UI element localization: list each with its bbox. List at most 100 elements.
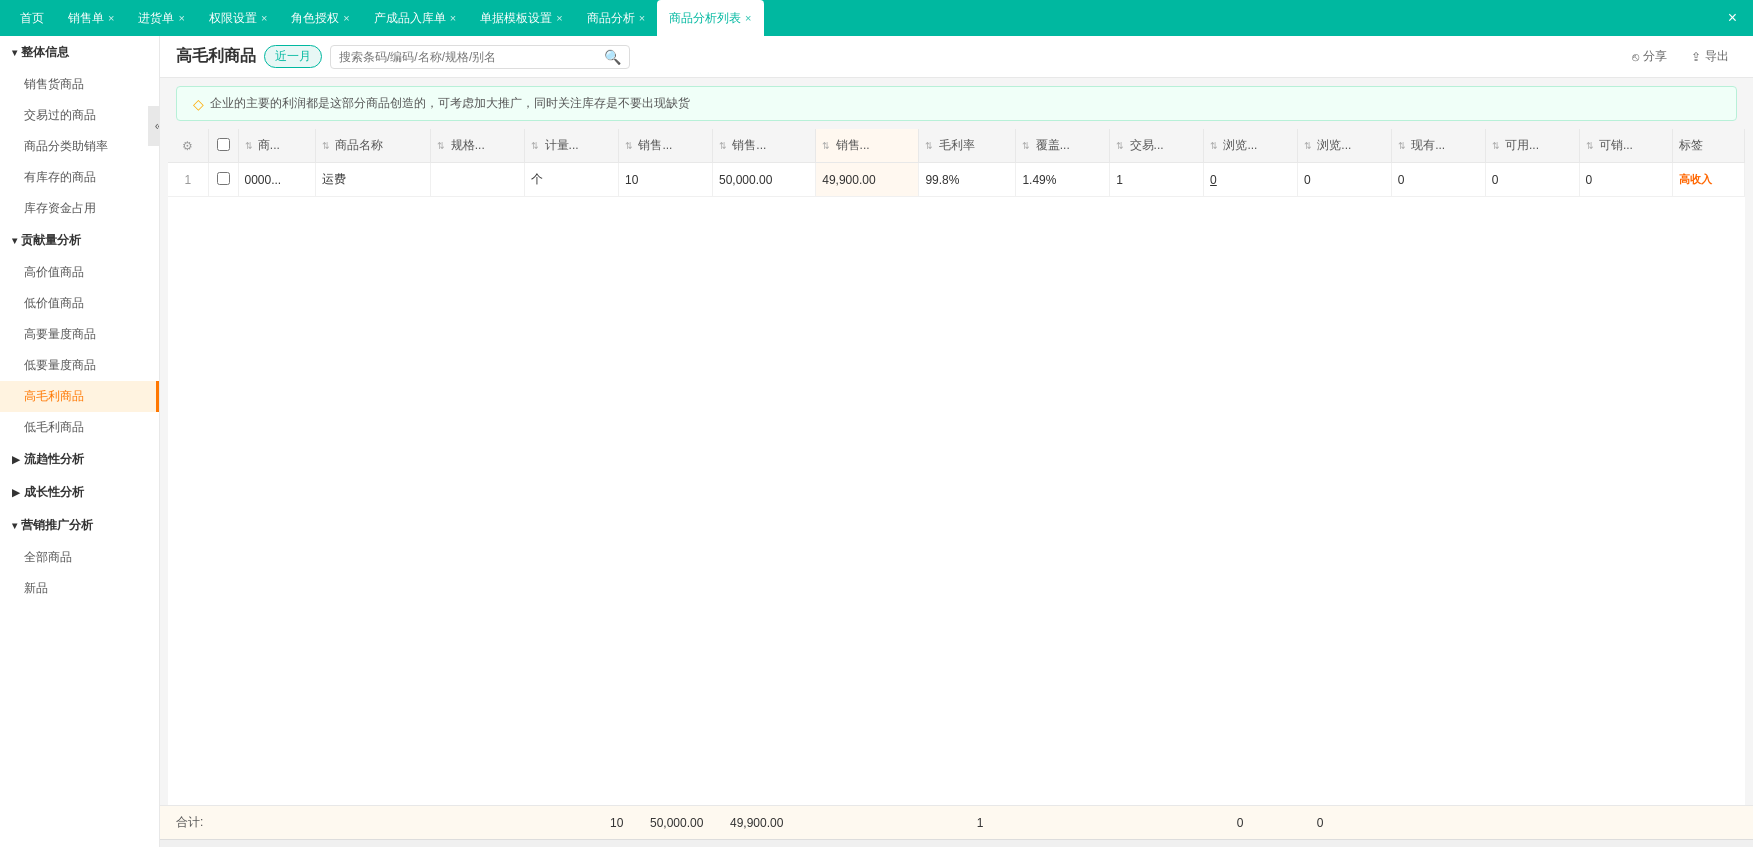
sidebar-item-category-assist[interactable]: 商品分类助销率 xyxy=(0,131,159,162)
nav-product-analysis[interactable]: 商品分析 × xyxy=(575,0,657,36)
sort-icon-browse2: ⇅ xyxy=(1304,141,1312,151)
export-button[interactable]: ⇪ 导出 xyxy=(1683,44,1737,69)
nav-role-auth[interactable]: 角色授权 × xyxy=(279,0,361,36)
sort-icon-sellable-stock: ⇅ xyxy=(1586,141,1594,151)
th-settings[interactable]: ⚙ xyxy=(168,129,208,163)
sidebar-item-low-value[interactable]: 低价值商品 xyxy=(0,288,159,319)
sort-icon-sales-cost: ⇅ xyxy=(822,141,830,151)
sidebar-item-inventory-capital[interactable]: 库存资金占用 xyxy=(0,193,159,224)
sort-icon-available-stock: ⇅ xyxy=(1492,141,1500,151)
nav-sales-order[interactable]: 销售单 × xyxy=(56,0,126,36)
caret-icon: ▾ xyxy=(12,47,17,58)
filter-recent-month-button[interactable]: 近一月 xyxy=(264,45,322,68)
cell-spec xyxy=(431,163,525,197)
nav-close-product-analysis-list[interactable]: × xyxy=(745,12,751,24)
th-browse1[interactable]: ⇅ 浏览... xyxy=(1204,129,1298,163)
info-banner: ◇ 企业的主要的利润都是这部分商品创造的，可考虑加大推广，同时关注库存是不要出现… xyxy=(176,86,1737,121)
nav-close-template-settings[interactable]: × xyxy=(556,12,562,24)
nav-close-purchase-order[interactable]: × xyxy=(178,12,184,24)
cell-current-stock: 0 xyxy=(1391,163,1485,197)
th-coverage[interactable]: ⇅ 覆盖... xyxy=(1016,129,1110,163)
th-sales-amount[interactable]: ⇅ 销售... xyxy=(712,129,815,163)
nav-close-product-analysis[interactable]: × xyxy=(639,12,645,24)
sidebar-item-high-value[interactable]: 高价值商品 xyxy=(0,257,159,288)
info-text: 企业的主要的利润都是这部分商品创造的，可考虑加大推广，同时关注库存是不要出现缺货 xyxy=(210,95,690,112)
sidebar-collapse-button[interactable]: « xyxy=(148,106,160,146)
tag-high-income: 高收入 xyxy=(1679,173,1712,185)
nav-close-permission-settings[interactable]: × xyxy=(261,12,267,24)
th-spec[interactable]: ⇅ 规格... xyxy=(431,129,525,163)
footer-sales-cost: 49,900.00 xyxy=(709,816,789,830)
window-close-button[interactable]: × xyxy=(1720,9,1745,27)
th-name[interactable]: ⇅ 商品名称 xyxy=(315,129,431,163)
cell-index: 1 xyxy=(168,163,208,197)
page-title: 高毛利商品 xyxy=(176,46,256,67)
th-unit[interactable]: ⇅ 计量... xyxy=(525,129,619,163)
content-area: 高毛利商品 近一月 🔍 ⎋ 分享 ⇪ 导出 ◇ 企业的主要的利润都是这部分商品创… xyxy=(160,36,1753,847)
cell-transaction: 1 xyxy=(1110,163,1204,197)
cell-browse1[interactable]: 0 xyxy=(1204,163,1298,197)
th-current-stock[interactable]: ⇅ 现有... xyxy=(1391,129,1485,163)
select-all-checkbox[interactable] xyxy=(217,138,230,151)
sidebar-item-sales-goods[interactable]: 销售货商品 xyxy=(0,69,159,100)
sidebar-item-all-goods[interactable]: 全部商品 xyxy=(0,542,159,573)
sort-icon-transaction: ⇅ xyxy=(1116,141,1124,151)
search-icon[interactable]: 🔍 xyxy=(604,49,621,65)
search-input[interactable] xyxy=(339,50,600,64)
th-available-stock[interactable]: ⇅ 可用... xyxy=(1485,129,1579,163)
th-tag[interactable]: 标签 xyxy=(1673,129,1745,163)
bottom-scrollbar[interactable] xyxy=(160,839,1753,847)
sort-icon-current-stock: ⇅ xyxy=(1398,141,1406,151)
nav-close-product-inbound[interactable]: × xyxy=(450,12,456,24)
th-code[interactable]: ⇅ 商... xyxy=(238,129,315,163)
cell-checkbox[interactable] xyxy=(208,163,238,197)
row-checkbox[interactable] xyxy=(217,172,230,185)
sidebar-item-high-margin[interactable]: 高毛利商品 xyxy=(0,381,159,412)
th-transaction[interactable]: ⇅ 交易... xyxy=(1110,129,1204,163)
th-checkbox[interactable] xyxy=(208,129,238,163)
nav-template-settings[interactable]: 单据模板设置 × xyxy=(468,0,574,36)
cell-browse2: 0 xyxy=(1297,163,1391,197)
sidebar-group-trend[interactable]: ▶ 流趋性分析 xyxy=(0,443,159,476)
th-browse2[interactable]: ⇅ 浏览... xyxy=(1297,129,1391,163)
caret-icon-growth: ▶ xyxy=(12,487,20,498)
sidebar-group-marketing[interactable]: ▾ 营销推广分析 xyxy=(0,509,159,542)
th-sellable-stock[interactable]: ⇅ 可销... xyxy=(1579,129,1673,163)
sort-icon-gross-margin: ⇅ xyxy=(925,141,933,151)
th-gross-margin[interactable]: ⇅ 毛利率 xyxy=(919,129,1016,163)
sidebar-group-overview[interactable]: ▾ 整体信息 xyxy=(0,36,159,69)
nav-home[interactable]: 首页 xyxy=(8,0,56,36)
nav-close-role-auth[interactable]: × xyxy=(343,12,349,24)
settings-icon[interactable]: ⚙ xyxy=(182,139,193,153)
th-sales-qty[interactable]: ⇅ 销售... xyxy=(619,129,713,163)
export-icon: ⇪ xyxy=(1691,50,1701,64)
nav-close-sales-order[interactable]: × xyxy=(108,12,114,24)
sidebar-item-traded-goods[interactable]: 交易过的商品 xyxy=(0,100,159,131)
search-box[interactable]: 🔍 xyxy=(330,45,630,69)
share-button[interactable]: ⎋ 分享 xyxy=(1624,44,1675,69)
cell-available-stock: 0 xyxy=(1485,163,1579,197)
sidebar-group-contribution[interactable]: ▾ 贡献量分析 xyxy=(0,224,159,257)
footer-transaction: 1 xyxy=(909,816,989,830)
sidebar-group-growth[interactable]: ▶ 成长性分析 xyxy=(0,476,159,509)
nav-purchase-order[interactable]: 进货单 × xyxy=(126,0,196,36)
sidebar: « ▾ 整体信息 销售货商品 交易过的商品 商品分类助销率 有库存的商品 库存资… xyxy=(0,36,160,847)
cell-gross-margin: 99.8% xyxy=(919,163,1016,197)
browse1-link[interactable]: 0 xyxy=(1210,173,1217,187)
cell-name: 运费 xyxy=(315,163,431,197)
sidebar-item-in-stock-goods[interactable]: 有库存的商品 xyxy=(0,162,159,193)
top-navigation: 首页 销售单 × 进货单 × 权限设置 × 角色授权 × 产成品入库单 × 单据… xyxy=(0,0,1753,36)
nav-product-inbound[interactable]: 产成品入库单 × xyxy=(362,0,468,36)
footer-sellable-stock: 0 xyxy=(1249,816,1329,830)
caret-icon-trend: ▶ xyxy=(12,454,20,465)
sidebar-item-low-demand[interactable]: 低要量度商品 xyxy=(0,350,159,381)
sort-icon-coverage: ⇅ xyxy=(1022,141,1030,151)
cell-sales-cost: 49,900.00 xyxy=(816,163,919,197)
caret-icon-marketing: ▾ xyxy=(12,520,17,531)
th-sales-cost[interactable]: ⇅ 销售... xyxy=(816,129,919,163)
sidebar-item-new-goods[interactable]: 新品 xyxy=(0,573,159,604)
sidebar-item-high-demand[interactable]: 高要量度商品 xyxy=(0,319,159,350)
sidebar-item-low-margin[interactable]: 低毛利商品 xyxy=(0,412,159,443)
nav-product-analysis-list[interactable]: 商品分析列表 × xyxy=(657,0,763,36)
nav-permission-settings[interactable]: 权限设置 × xyxy=(197,0,279,36)
